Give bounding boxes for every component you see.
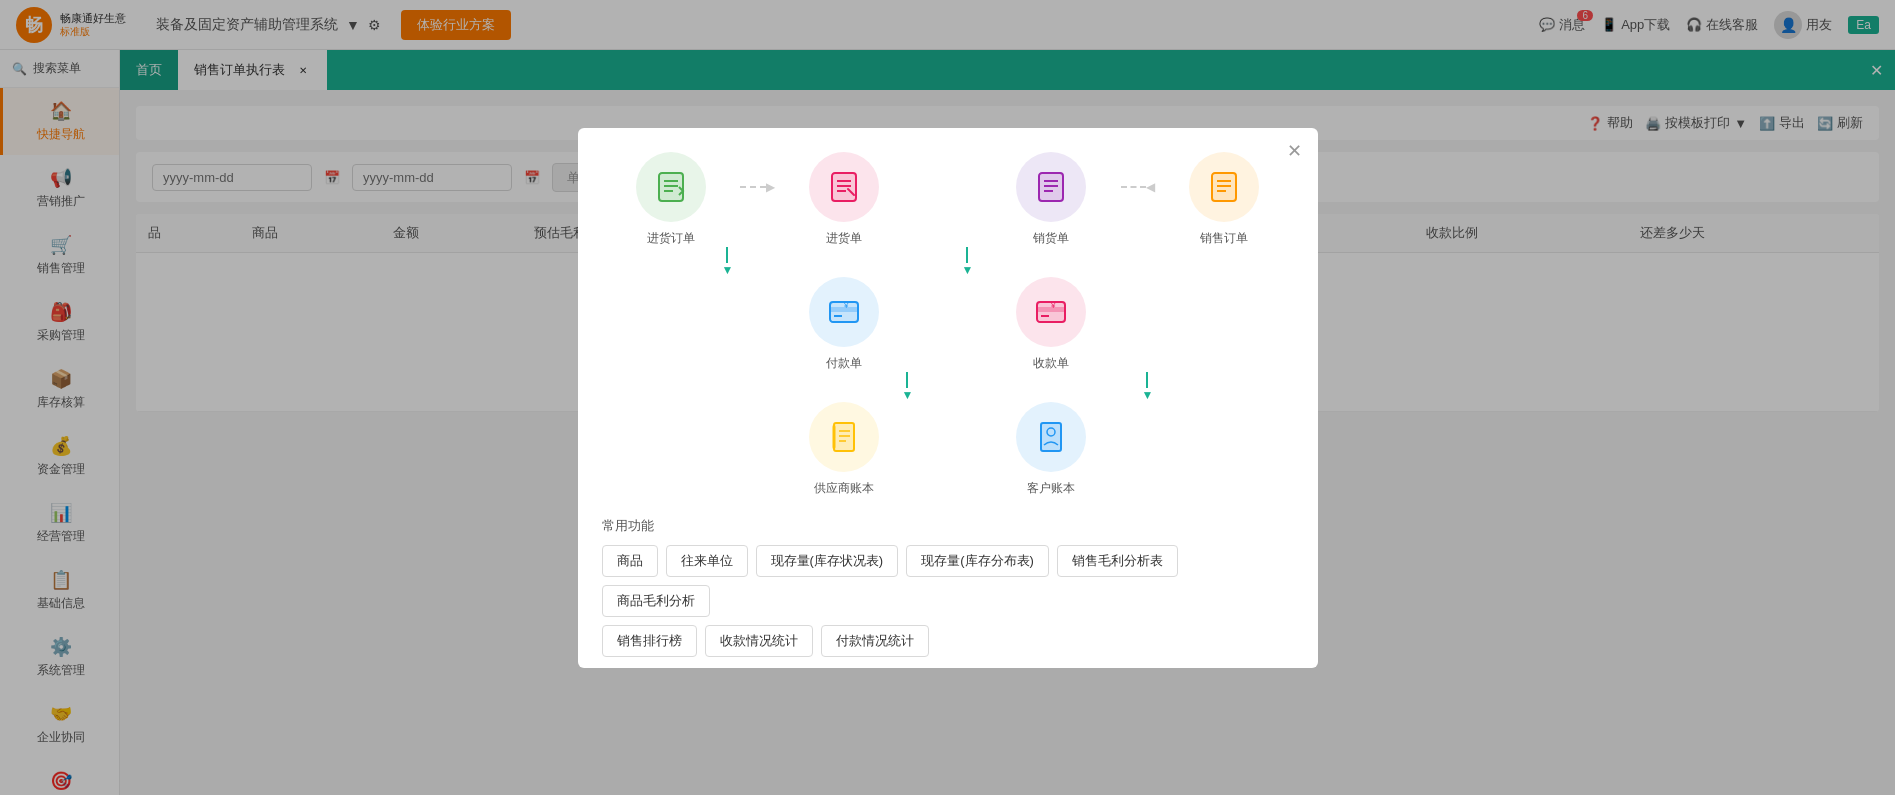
node-supplier-ledger[interactable]: 供应商账本	[775, 402, 913, 497]
receipt-bill-label: 收款单	[1033, 355, 1069, 372]
modal-overlay[interactable]: ✕ 进货订单	[0, 0, 1895, 795]
func-btn-goods-gross[interactable]: 商品毛利分析	[602, 585, 710, 617]
node-receipt-bill[interactable]: ¥ 收款单	[982, 277, 1120, 372]
svg-text:¥: ¥	[1050, 301, 1056, 310]
node-purchase-order[interactable]: 进货订单	[602, 152, 740, 247]
purchase-bill-label: 进货单	[826, 230, 862, 247]
v-arrow-3: ▼	[828, 372, 988, 402]
flow-diagram: 进货订单 ▶	[602, 152, 1294, 668]
svg-rect-30	[834, 423, 854, 451]
func-btn-sales-gross[interactable]: 销售毛利分析表	[1057, 545, 1178, 577]
func-buttons-row2: 销售排行榜 收款情况统计 付款情况统计	[602, 625, 1294, 657]
func-btn-sales-rank[interactable]: 销售排行榜	[602, 625, 697, 657]
func-btn-contacts[interactable]: 往来单位	[666, 545, 748, 577]
v-arrow-2: ▼	[888, 247, 1048, 277]
func-btn-receipt-stats[interactable]: 收款情况统计	[705, 625, 813, 657]
supplier-ledger-circle	[809, 402, 879, 472]
payment-bill-label: 付款单	[826, 355, 862, 372]
payment-bill-circle: ¥	[809, 277, 879, 347]
common-functions: 常用功能 商品 往来单位 现存量(库存状况表) 现存量(库存分布表) 销售毛利分…	[602, 517, 1294, 657]
func-buttons-row1: 商品 往来单位 现存量(库存状况表) 现存量(库存分布表) 销售毛利分析表 商品…	[602, 545, 1294, 617]
customer-ledger-circle	[1016, 402, 1086, 472]
node-customer-ledger[interactable]: 客户账本	[982, 402, 1120, 497]
arrow-2: ◀	[1121, 180, 1156, 194]
receipt-bill-circle: ¥	[1016, 277, 1086, 347]
modal-dialog: ✕ 进货订单	[578, 128, 1318, 668]
func-btn-payment-stats[interactable]: 付款情况统计	[821, 625, 929, 657]
node-sales-bill[interactable]: 销货单	[982, 152, 1120, 247]
sales-order-circle	[1189, 152, 1259, 222]
customer-ledger-label: 客户账本	[1027, 480, 1075, 497]
node-payment-bill[interactable]: ¥ 付款单	[775, 277, 913, 372]
purchase-order-label: 进货订单	[647, 230, 695, 247]
func-btn-stock-dist[interactable]: 现存量(库存分布表)	[906, 545, 1049, 577]
common-functions-title: 常用功能	[602, 517, 1294, 535]
func-btn-stock-status[interactable]: 现存量(库存状况表)	[756, 545, 899, 577]
node-purchase-bill[interactable]: 进货单	[775, 152, 913, 247]
svg-rect-32	[832, 425, 836, 449]
sales-bill-label: 销货单	[1033, 230, 1069, 247]
supplier-ledger-label: 供应商账本	[814, 480, 874, 497]
sales-bill-circle	[1016, 152, 1086, 222]
func-btn-goods[interactable]: 商品	[602, 545, 658, 577]
purchase-order-circle	[636, 152, 706, 222]
svg-rect-36	[1041, 423, 1061, 451]
arrow-1: ▶	[740, 180, 775, 194]
svg-text:¥: ¥	[843, 301, 849, 310]
v-arrow-1: ▼	[648, 247, 808, 277]
modal-close-button[interactable]: ✕	[1287, 140, 1302, 162]
v-arrow-4: ▼	[1068, 372, 1228, 402]
node-sales-order[interactable]: 销售订单	[1155, 152, 1293, 247]
purchase-bill-circle	[809, 152, 879, 222]
sales-order-label: 销售订单	[1200, 230, 1248, 247]
